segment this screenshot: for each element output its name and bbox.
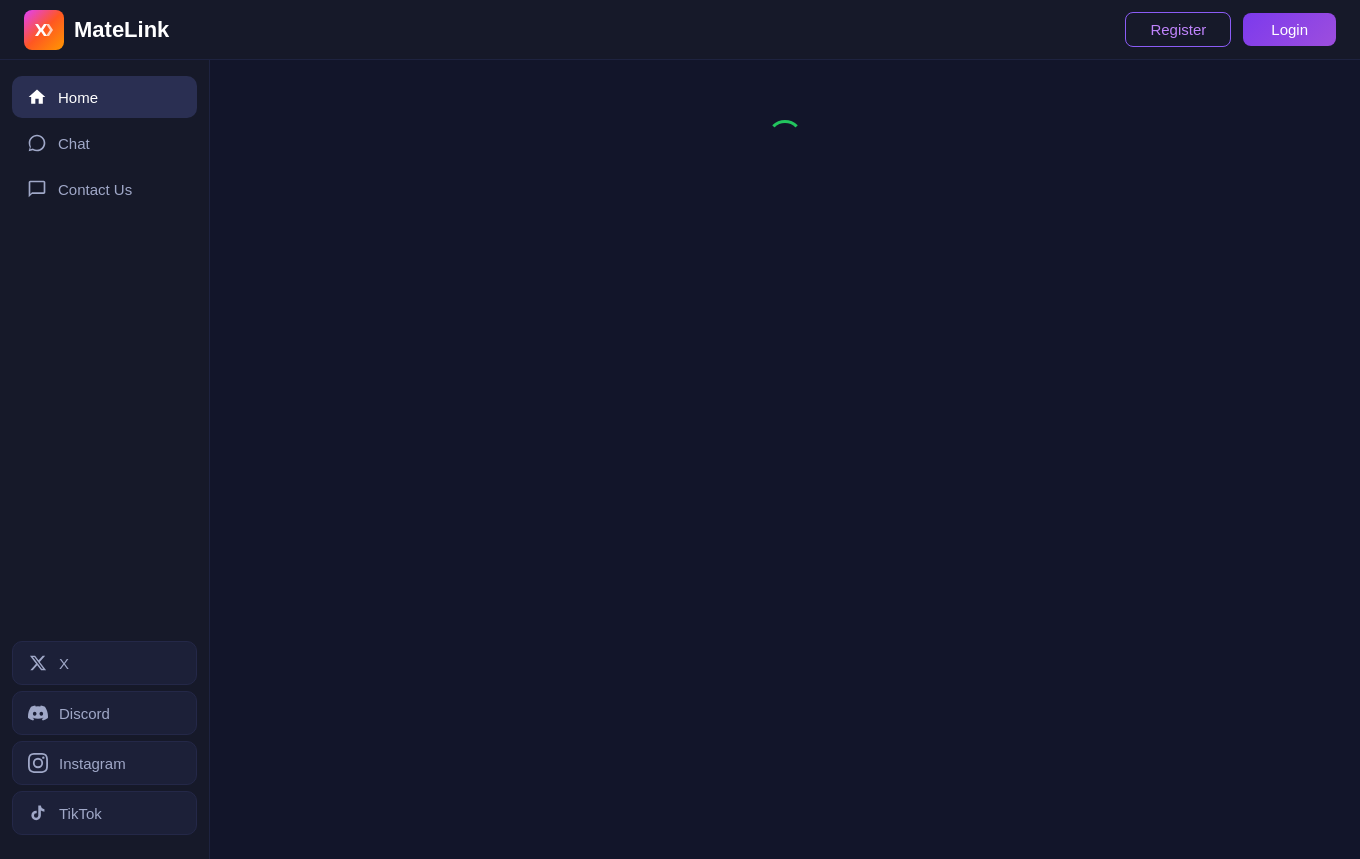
main-layout: Home Chat Contact Us xyxy=(0,60,1360,859)
x-icon xyxy=(27,652,49,674)
contact-icon xyxy=(26,178,48,200)
sidebar-item-home-label: Home xyxy=(58,89,98,106)
sidebar-item-chat-label: Chat xyxy=(58,135,90,152)
chat-icon xyxy=(26,132,48,154)
social-item-discord[interactable]: Discord xyxy=(12,691,197,735)
loading-spinner xyxy=(767,120,803,156)
social-item-tiktok[interactable]: TikTok xyxy=(12,791,197,835)
sidebar: Home Chat Contact Us xyxy=(0,60,210,859)
content-area xyxy=(210,60,1360,859)
navbar-actions: Register Login xyxy=(1125,12,1336,47)
register-button[interactable]: Register xyxy=(1125,12,1231,47)
social-item-x-label: X xyxy=(59,655,69,672)
instagram-icon xyxy=(27,752,49,774)
sidebar-item-contact-label: Contact Us xyxy=(58,181,132,198)
discord-icon xyxy=(27,702,49,724)
brand-logo xyxy=(24,10,64,50)
loading-spinner-container xyxy=(767,120,803,156)
social-item-x[interactable]: X xyxy=(12,641,197,685)
sidebar-item-contact[interactable]: Contact Us xyxy=(12,168,197,210)
brand-name: MateLink xyxy=(74,17,169,43)
sidebar-socials: X Discord Instagram xyxy=(12,641,197,843)
home-icon xyxy=(26,86,48,108)
sidebar-nav: Home Chat Contact Us xyxy=(12,76,197,641)
navbar: MateLink Register Login xyxy=(0,0,1360,60)
login-button[interactable]: Login xyxy=(1243,13,1336,46)
social-item-instagram-label: Instagram xyxy=(59,755,126,772)
social-item-tiktok-label: TikTok xyxy=(59,805,102,822)
logo-icon xyxy=(32,18,56,42)
social-item-discord-label: Discord xyxy=(59,705,110,722)
sidebar-item-chat[interactable]: Chat xyxy=(12,122,197,164)
social-item-instagram[interactable]: Instagram xyxy=(12,741,197,785)
brand-logo-link[interactable]: MateLink xyxy=(24,10,169,50)
sidebar-item-home[interactable]: Home xyxy=(12,76,197,118)
tiktok-icon xyxy=(27,802,49,824)
